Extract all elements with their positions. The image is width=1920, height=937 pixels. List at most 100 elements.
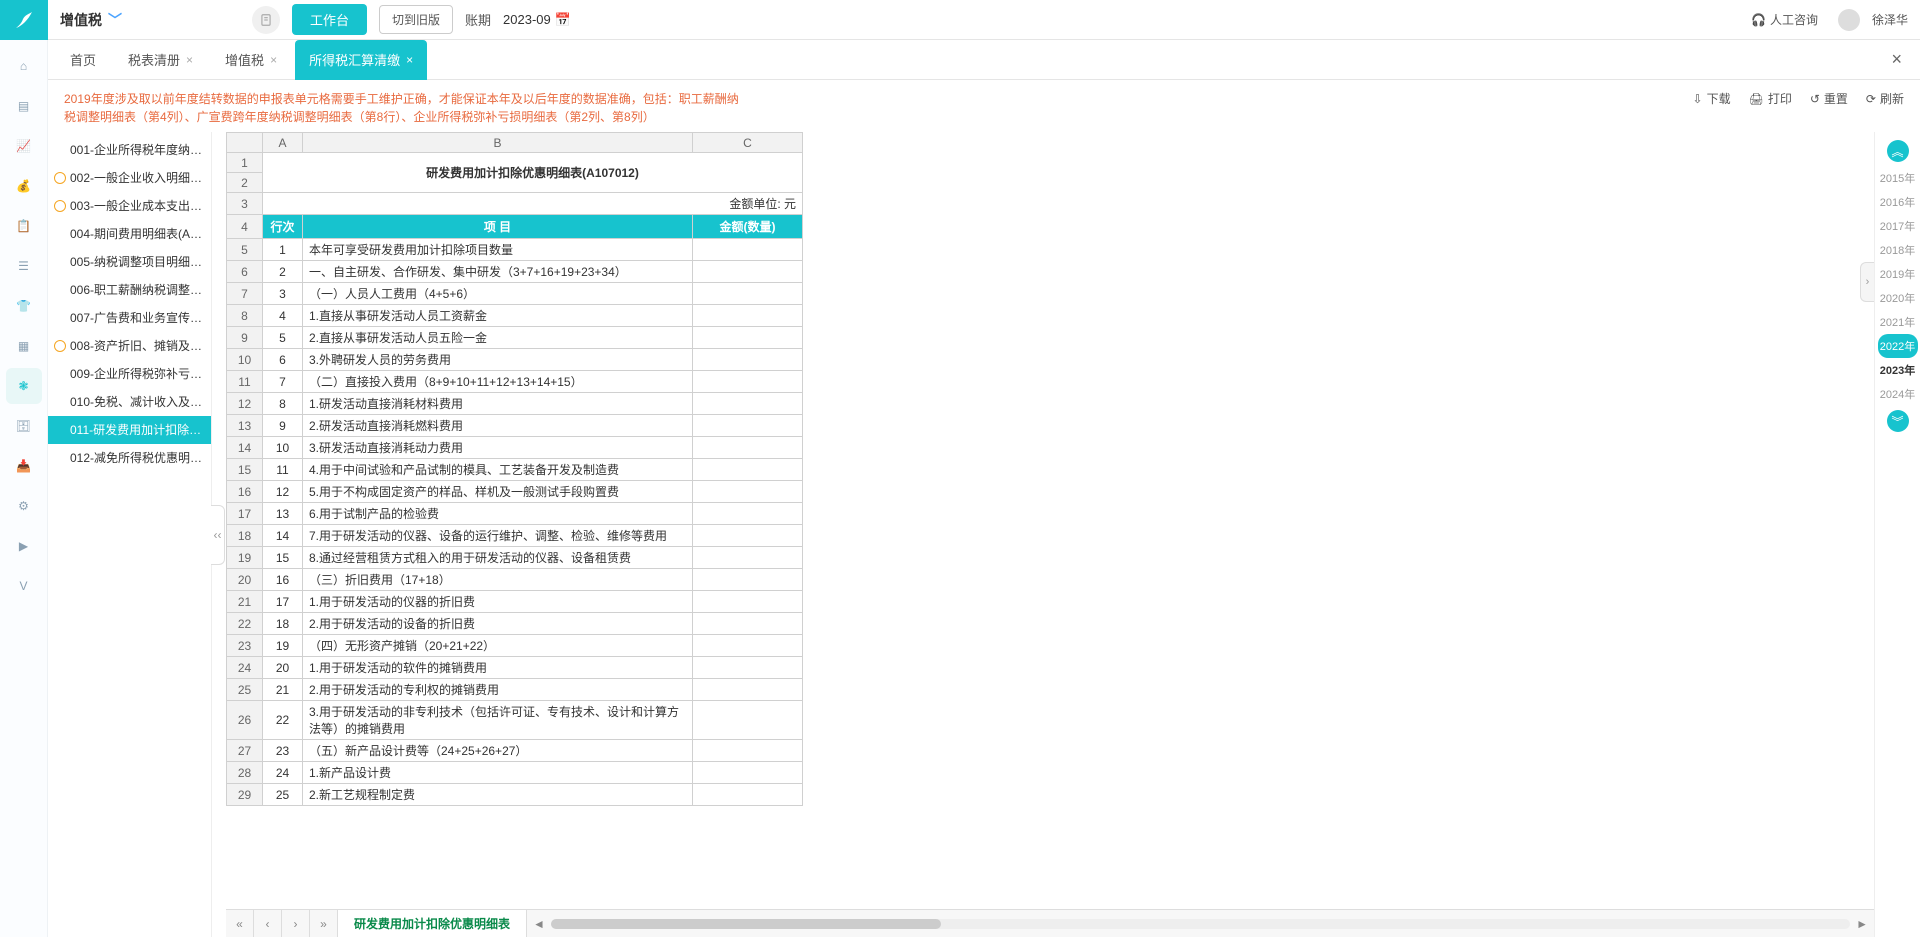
- sheet-tab-active[interactable]: 研发费用加计扣除优惠明细表: [338, 910, 527, 937]
- horizontal-scrollbar[interactable]: ◄ ►: [527, 910, 1874, 937]
- cell-rownum[interactable]: 21: [263, 679, 303, 701]
- worktable-button[interactable]: 工作台: [292, 4, 367, 35]
- row-header[interactable]: 28: [227, 762, 263, 784]
- cell-item[interactable]: 8.通过经营租赁方式租入的用于研发活动的仪器、设备租赁费: [303, 547, 693, 569]
- cell-item[interactable]: 4.用于中间试验和产品试制的模具、工艺装备开发及制造费: [303, 459, 693, 481]
- sheet-tab-last[interactable]: »: [310, 910, 338, 937]
- cell-amount[interactable]: [693, 547, 803, 569]
- form-list-item[interactable]: 007-广告费和业务宣传费跨...: [48, 304, 211, 332]
- cell-rownum[interactable]: 13: [263, 503, 303, 525]
- form-list-item[interactable]: 002-一般企业收入明细表(A...: [48, 164, 211, 192]
- form-list-item[interactable]: 006-职工薪酬纳税调整明细...: [48, 276, 211, 304]
- close-icon[interactable]: ×: [186, 53, 193, 67]
- cell-rownum[interactable]: 18: [263, 613, 303, 635]
- cell-item[interactable]: （五）新产品设计费等（24+25+26+27）: [303, 740, 693, 762]
- cell-rownum[interactable]: 14: [263, 525, 303, 547]
- tab-income-tax[interactable]: 所得税汇算清缴×: [295, 40, 427, 80]
- row-header[interactable]: 1: [227, 153, 263, 173]
- cell-rownum[interactable]: 16: [263, 569, 303, 591]
- cell-amount[interactable]: [693, 459, 803, 481]
- row-header[interactable]: 18: [227, 525, 263, 547]
- nav-shirt-icon[interactable]: 👕: [6, 288, 42, 324]
- app-logo[interactable]: [0, 0, 48, 40]
- row-header[interactable]: 25: [227, 679, 263, 701]
- row-header[interactable]: 23: [227, 635, 263, 657]
- cell-rownum[interactable]: 7: [263, 371, 303, 393]
- spreadsheet[interactable]: A B C 1 研发费用加计扣除优惠明细表(A107012) 2 3 金额单位:…: [226, 132, 803, 806]
- cell-item[interactable]: 2.直接从事研发活动人员五险一金: [303, 327, 693, 349]
- cell-amount[interactable]: [693, 525, 803, 547]
- nav-clipboard-icon[interactable]: 📋: [6, 208, 42, 244]
- nav-settings-icon[interactable]: ⚙: [6, 488, 42, 524]
- cell-amount[interactable]: [693, 305, 803, 327]
- cell-item[interactable]: （二）直接投入费用（8+9+10+11+12+13+14+15）: [303, 371, 693, 393]
- cell-amount[interactable]: [693, 740, 803, 762]
- row-header[interactable]: 2: [227, 173, 263, 193]
- row-header[interactable]: 3: [227, 193, 263, 215]
- tab-tax-list[interactable]: 税表清册×: [114, 40, 207, 80]
- cell-amount[interactable]: [693, 393, 803, 415]
- cell-item[interactable]: 1.新产品设计费: [303, 762, 693, 784]
- form-list-item[interactable]: 011-研发费用加计扣除优惠...: [48, 416, 211, 444]
- year-button[interactable]: 2019年: [1878, 262, 1918, 286]
- cell-rownum[interactable]: 9: [263, 415, 303, 437]
- row-header[interactable]: 10: [227, 349, 263, 371]
- row-header[interactable]: 17: [227, 503, 263, 525]
- form-list-item[interactable]: 001-企业所得税年度纳税申...: [48, 136, 211, 164]
- row-header[interactable]: 21: [227, 591, 263, 613]
- cell-amount[interactable]: [693, 613, 803, 635]
- cell-item[interactable]: 2.用于研发活动的专利权的摊销费用: [303, 679, 693, 701]
- cell-rownum[interactable]: 11: [263, 459, 303, 481]
- doc-icon-button[interactable]: [252, 6, 280, 34]
- cell-amount[interactable]: [693, 481, 803, 503]
- row-header[interactable]: 22: [227, 613, 263, 635]
- row-header[interactable]: 6: [227, 261, 263, 283]
- cell-rownum[interactable]: 25: [263, 784, 303, 806]
- year-button[interactable]: 2022年: [1878, 334, 1918, 358]
- year-scroll-up[interactable]: ︽: [1887, 140, 1909, 162]
- sheet-tab-prev[interactable]: ‹: [254, 910, 282, 937]
- row-header[interactable]: 29: [227, 784, 263, 806]
- cell-item[interactable]: 1.用于研发活动的仪器的折旧费: [303, 591, 693, 613]
- nav-play-icon[interactable]: ▶: [6, 528, 42, 564]
- row-header[interactable]: 16: [227, 481, 263, 503]
- row-header[interactable]: 14: [227, 437, 263, 459]
- cell-rownum[interactable]: 15: [263, 547, 303, 569]
- row-header[interactable]: 13: [227, 415, 263, 437]
- switch-old-button[interactable]: 切到旧版: [379, 5, 453, 34]
- row-header[interactable]: 26: [227, 701, 263, 740]
- nav-money-icon[interactable]: 💰: [6, 168, 42, 204]
- nav-tax-icon[interactable]: ❃: [6, 368, 42, 404]
- nav-v-icon[interactable]: V: [6, 568, 42, 604]
- cell-amount[interactable]: [693, 437, 803, 459]
- form-list-item[interactable]: 009-企业所得税弥补亏损明...: [48, 360, 211, 388]
- cell-rownum[interactable]: 4: [263, 305, 303, 327]
- row-header[interactable]: 27: [227, 740, 263, 762]
- cell-amount[interactable]: [693, 679, 803, 701]
- cell-item[interactable]: 2.研发活动直接消耗燃料费用: [303, 415, 693, 437]
- cell-item[interactable]: 5.用于不构成固定资产的样品、样机及一般测试手段购置费: [303, 481, 693, 503]
- cell-amount[interactable]: [693, 591, 803, 613]
- cell-amount[interactable]: [693, 371, 803, 393]
- row-header[interactable]: 19: [227, 547, 263, 569]
- cell-rownum[interactable]: 20: [263, 657, 303, 679]
- cell-item[interactable]: 2.用于研发活动的设备的折旧费: [303, 613, 693, 635]
- row-header[interactable]: 12: [227, 393, 263, 415]
- cell-amount[interactable]: [693, 503, 803, 525]
- nav-inbox-icon[interactable]: 📥: [6, 448, 42, 484]
- print-button[interactable]: 🖨打印: [1749, 90, 1792, 107]
- cell-amount[interactable]: [693, 239, 803, 261]
- tab-vat[interactable]: 增值税×: [211, 40, 291, 80]
- form-list[interactable]: 001-企业所得税年度纳税申...002-一般企业收入明细表(A...003-一…: [48, 132, 212, 937]
- cell-rownum[interactable]: 23: [263, 740, 303, 762]
- expand-right-button[interactable]: ›: [1860, 262, 1874, 302]
- year-button[interactable]: 2023年: [1878, 358, 1918, 382]
- cell-rownum[interactable]: 12: [263, 481, 303, 503]
- year-button[interactable]: 2024年: [1878, 382, 1918, 406]
- close-all-tabs[interactable]: ×: [1881, 49, 1912, 70]
- tab-home[interactable]: 首页: [56, 40, 110, 80]
- cell-item[interactable]: （三）折旧费用（17+18）: [303, 569, 693, 591]
- cell-rownum[interactable]: 22: [263, 701, 303, 740]
- reset-button[interactable]: ↺重置: [1810, 90, 1848, 107]
- year-button[interactable]: 2015年: [1878, 166, 1918, 190]
